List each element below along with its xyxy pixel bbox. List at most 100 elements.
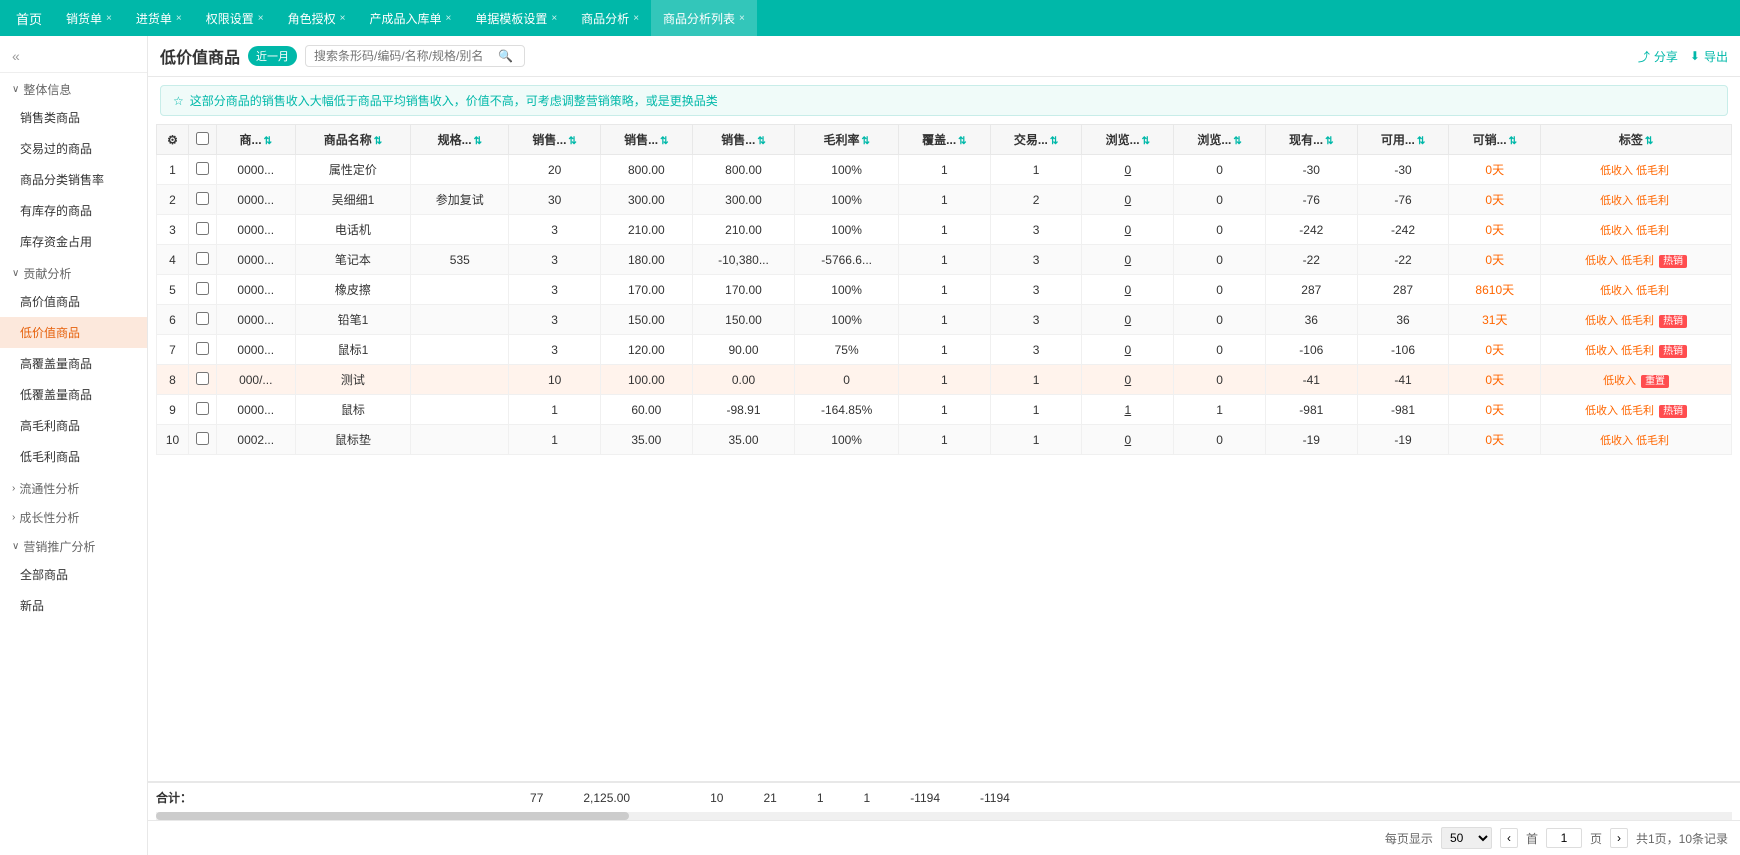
scrollbar-thumb[interactable] (156, 812, 629, 820)
nav-home[interactable]: 首页 (4, 0, 54, 36)
nav-close-stock-in[interactable]: × (445, 13, 451, 24)
th-coverage[interactable]: 覆盖...⇅ (899, 125, 991, 155)
cell-browse1[interactable]: 0 (1082, 245, 1174, 275)
nav-sales[interactable]: 销货单 × (54, 0, 124, 36)
sidebar-item-category-sales[interactable]: 商品分类销售率 (0, 164, 147, 195)
nav-close-permissions[interactable]: × (258, 13, 264, 24)
nav-template[interactable]: 单据模板设置 × (463, 0, 569, 36)
cell-browse1[interactable]: 0 (1082, 335, 1174, 365)
nav-purchase[interactable]: 进货单 × (124, 0, 194, 36)
row-checkbox[interactable] (196, 252, 209, 265)
row-checkbox[interactable] (196, 222, 209, 235)
sidebar-item-traded-goods[interactable]: 交易过的商品 (0, 133, 147, 164)
sidebar-item-high-value[interactable]: 高价值商品 (0, 286, 147, 317)
row-checkbox[interactable] (196, 282, 209, 295)
row-checkbox[interactable] (196, 192, 209, 205)
sidebar-group-overall[interactable]: ∨ 整体信息 (0, 73, 147, 102)
cell-browse1[interactable]: 0 (1082, 305, 1174, 335)
nav-stock-in[interactable]: 产成品入库单 × (357, 0, 463, 36)
nav-analysis-list[interactable]: 商品分析列表 × (651, 0, 757, 36)
th-gear[interactable]: ⚙ (157, 125, 189, 155)
sidebar-item-low-value[interactable]: 低价值商品 (0, 317, 147, 348)
cell-checkbox[interactable] (189, 365, 217, 395)
cell-browse1[interactable]: 1 (1082, 395, 1174, 425)
nav-permissions[interactable]: 权限设置 × (194, 0, 276, 36)
nav-close-sales[interactable]: × (106, 13, 112, 24)
cell-checkbox[interactable] (189, 245, 217, 275)
cell-checkbox[interactable] (189, 275, 217, 305)
per-page-select[interactable]: 50 100 200 (1441, 827, 1492, 849)
horizontal-scrollbar[interactable] (156, 812, 1732, 820)
row-checkbox[interactable] (196, 432, 209, 445)
select-all-checkbox[interactable] (196, 132, 209, 145)
export-button[interactable]: ⬇ 导出 (1690, 48, 1728, 65)
sidebar-collapse-btn[interactable]: « (8, 44, 24, 68)
nav-close-purchase[interactable]: × (176, 13, 182, 24)
first-page-btn[interactable]: ‹ (1500, 828, 1518, 848)
nav-analysis[interactable]: 商品分析 × (569, 0, 651, 36)
cell-checkbox[interactable] (189, 215, 217, 245)
sidebar-item-low-coverage[interactable]: 低覆盖量商品 (0, 379, 147, 410)
cell-browse1[interactable]: 0 (1082, 215, 1174, 245)
nav-roles[interactable]: 角色授权 × (276, 0, 358, 36)
cell-browse1[interactable]: 0 (1082, 155, 1174, 185)
row-checkbox[interactable] (196, 312, 209, 325)
search-input[interactable] (314, 49, 494, 63)
date-badge[interactable]: 近一月 (248, 46, 297, 66)
nav-close-analysis-list[interactable]: × (739, 13, 745, 24)
th-current[interactable]: 现有...⇅ (1265, 125, 1357, 155)
nav-close-roles[interactable]: × (340, 13, 346, 24)
cell-checkbox[interactable] (189, 395, 217, 425)
sidebar-group-contribution[interactable]: ∨ 贡献分析 (0, 257, 147, 286)
nav-close-analysis[interactable]: × (633, 13, 639, 24)
cell-browse1[interactable]: 0 (1082, 185, 1174, 215)
search-box[interactable]: 🔍 (305, 45, 525, 67)
sidebar-item-low-margin[interactable]: 低毛利商品 (0, 441, 147, 472)
th-trade[interactable]: 交易...⇅ (990, 125, 1082, 155)
th-sales1[interactable]: 销售...⇅ (509, 125, 601, 155)
cell-browse1[interactable]: 0 (1082, 275, 1174, 305)
row-checkbox[interactable] (196, 342, 209, 355)
cell-sales1: 3 (509, 245, 601, 275)
cell-browse2: 0 (1174, 155, 1266, 185)
cell-checkbox[interactable] (189, 155, 217, 185)
th-sales2[interactable]: 销售...⇅ (600, 125, 692, 155)
page-number-input[interactable] (1546, 828, 1582, 848)
cell-checkbox[interactable] (189, 305, 217, 335)
th-checkbox[interactable] (189, 125, 217, 155)
cell-browse1[interactable]: 0 (1082, 425, 1174, 455)
th-code[interactable]: 商...⇅ (217, 125, 296, 155)
th-sales3[interactable]: 销售...⇅ (692, 125, 795, 155)
th-browse1[interactable]: 浏览...⇅ (1082, 125, 1174, 155)
sidebar-item-high-coverage[interactable]: 高覆盖量商品 (0, 348, 147, 379)
sidebar-item-new-goods[interactable]: 新品 (0, 590, 147, 621)
row-checkbox[interactable] (196, 162, 209, 175)
row-checkbox[interactable] (196, 402, 209, 415)
cell-code: 0002... (217, 425, 296, 455)
sidebar-group-growth[interactable]: › 成长性分析 (0, 501, 147, 530)
share-button[interactable]: ⤴ 分享 (1638, 48, 1678, 65)
cell-sellable: 0天 (1449, 185, 1541, 215)
nav-close-template[interactable]: × (551, 13, 557, 24)
th-available[interactable]: 可用...⇅ (1357, 125, 1449, 155)
th-tags[interactable]: 标签⇅ (1541, 125, 1732, 155)
th-margin[interactable]: 毛利率⇅ (795, 125, 899, 155)
sidebar-group-marketing[interactable]: ∨ 营销推广分析 (0, 530, 147, 559)
sidebar-item-stock-goods[interactable]: 有库存的商品 (0, 195, 147, 226)
th-spec[interactable]: 规格...⇅ (411, 125, 509, 155)
sidebar-item-sales-goods[interactable]: 销售类商品 (0, 102, 147, 133)
cell-checkbox[interactable] (189, 335, 217, 365)
row-checkbox[interactable] (196, 372, 209, 385)
th-name[interactable]: 商品名称⇅ (295, 125, 411, 155)
th-sellable[interactable]: 可销...⇅ (1449, 125, 1541, 155)
cell-checkbox[interactable] (189, 185, 217, 215)
sidebar-group-circulation[interactable]: › 流通性分析 (0, 472, 147, 501)
sidebar-item-high-margin[interactable]: 高毛利商品 (0, 410, 147, 441)
next-page-btn[interactable]: › (1610, 828, 1628, 848)
th-browse2[interactable]: 浏览...⇅ (1174, 125, 1266, 155)
cell-browse1[interactable]: 0 (1082, 365, 1174, 395)
sidebar-item-stock-funds[interactable]: 库存资金占用 (0, 226, 147, 257)
search-icon[interactable]: 🔍 (498, 49, 513, 63)
cell-checkbox[interactable] (189, 425, 217, 455)
sidebar-item-all-goods[interactable]: 全部商品 (0, 559, 147, 590)
